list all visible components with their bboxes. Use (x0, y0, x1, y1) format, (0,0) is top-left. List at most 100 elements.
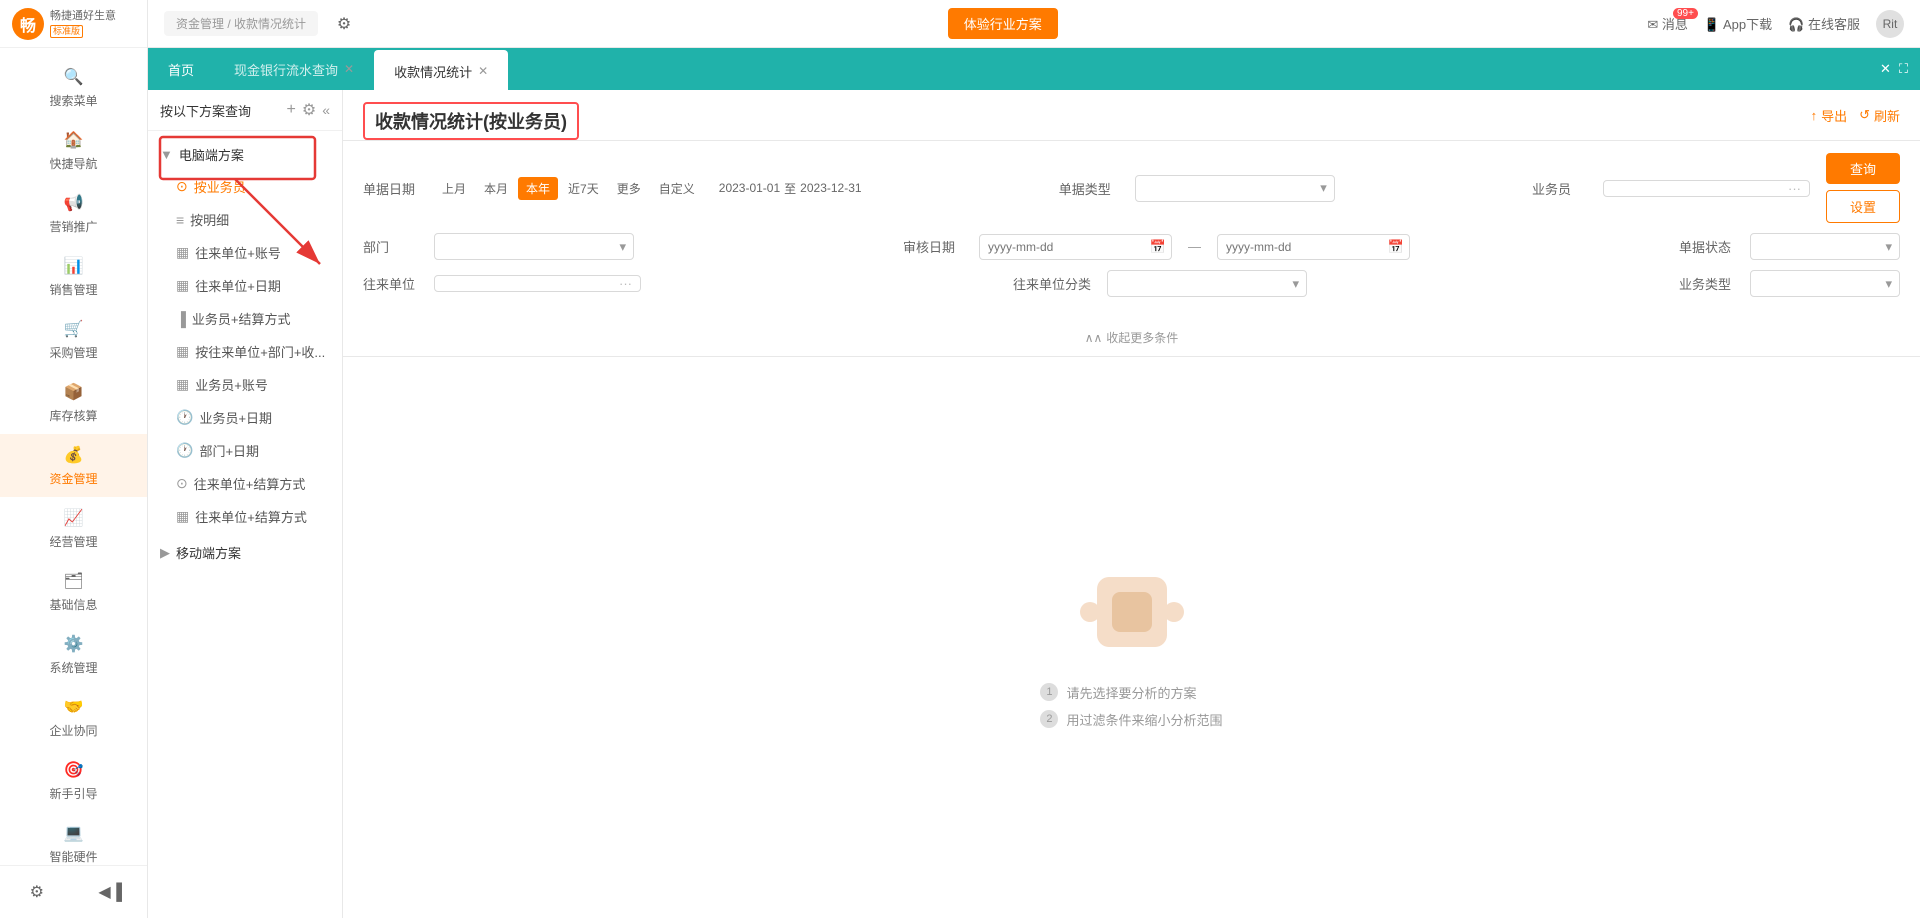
sidebar-item-operate[interactable]: 📈 经营管理 (0, 497, 147, 560)
date-tab-7days[interactable]: 近7天 (560, 177, 607, 200)
left-panel: 按以下方案查询 + ⚙ « ▼ 电脑端方案 ⊙ 按业务员 (148, 90, 343, 918)
date-tab-custom[interactable]: 自定义 (651, 177, 703, 200)
tree-item-dept-date[interactable]: 🕐 部门+日期 (148, 434, 342, 467)
sidebar-item-guide[interactable]: 🎯 新手引导 (0, 749, 147, 812)
sidebar-item-finance[interactable]: 💰 资金管理 (0, 434, 147, 497)
query-btn[interactable]: 查询 (1826, 153, 1900, 184)
tree-item-icon-staff-account: ▦ (176, 376, 189, 393)
mobile-group: ▶ 移动端方案 (148, 537, 342, 568)
panel-add-btn[interactable]: + (287, 101, 296, 119)
doc-type-select[interactable] (1135, 175, 1335, 202)
footer-collapse-btn[interactable]: ◀▐ (96, 878, 124, 906)
tab-collection[interactable]: 收款情况统计 ✕ (374, 50, 508, 92)
date-tab-last-month[interactable]: 上月 (434, 177, 474, 200)
tree-item-icon-unit-date: ▦ (176, 277, 189, 294)
desktop-group-header[interactable]: ▼ 电脑端方案 (148, 139, 342, 170)
staff-input-wrap: ··· (1603, 180, 1810, 197)
date-tab-this-year[interactable]: 本年 (518, 177, 558, 200)
message-label: 消息 (1662, 17, 1688, 32)
doc-status-select[interactable] (1750, 233, 1900, 260)
tree-item-staff-account[interactable]: ▦ 业务员+账号 (148, 368, 342, 401)
user-info[interactable]: Rit (1876, 10, 1904, 38)
tree-item-staff-date[interactable]: 🕐 业务员+日期 (148, 401, 342, 434)
date-range: 2023-01-01 至 2023-12-31 (719, 180, 862, 197)
dept-select[interactable] (434, 233, 634, 260)
tree-item-icon-detail: ≡ (176, 212, 184, 228)
btn-group: 查询 设置 (1826, 153, 1900, 223)
sidebar-item-sales[interactable]: 📊 销售管理 (0, 245, 147, 308)
tab-collection-close[interactable]: ✕ (478, 64, 488, 78)
tree-item-unit-settle2[interactable]: ▦ 往来单位+结算方式 (148, 500, 342, 533)
tab-actions: ✕ ⛶ (1880, 61, 1920, 77)
tree-item-unit-dept[interactable]: ▦ 按往来单位+部门+收... (148, 335, 342, 368)
sidebar-item-marketing[interactable]: 📢 营销推广 (0, 182, 147, 245)
sidebar-nav: 🔍 搜索菜单 🏠 快捷导航 📢 营销推广 📊 销售管理 🛒 采购管理 📦 库存核… (0, 48, 147, 865)
review-date-label: 审核日期 (903, 237, 963, 256)
tree-item-unit-account[interactable]: ▦ 往来单位+账号 (148, 236, 342, 269)
filter-settings-btn[interactable]: 设置 (1826, 190, 1900, 223)
tree-item-icon-unit-dept: ▦ (176, 343, 189, 360)
collapse-bar: ∧∧ 收起更多条件 (343, 319, 1920, 357)
partner-dots[interactable]: ··· (619, 276, 632, 291)
filter-row-partner: 往来单位 ··· 往来单位分类 业务类型 (363, 270, 1900, 297)
footer-settings-btn[interactable]: ⚙ (23, 878, 51, 906)
tree-item-unit-settle1[interactable]: ⊙ 往来单位+结算方式 (148, 467, 342, 500)
desktop-group: ▼ 电脑端方案 ⊙ 按业务员 ≡ 按明细 ▦ 往来单位+账号 (148, 139, 342, 533)
partner-input[interactable] (443, 276, 619, 291)
tab-home[interactable]: 首页 (148, 48, 214, 90)
review-date-to[interactable] (1217, 234, 1410, 260)
staff-dots[interactable]: ··· (1788, 181, 1801, 196)
panel-title: 按以下方案查询 (160, 101, 251, 120)
app-download-btn[interactable]: 📱 App下载 (1704, 14, 1772, 33)
panel-collapse-btn[interactable]: « (322, 102, 330, 118)
main-area: 资金管理 / 收款情况统计 ⚙ 体验行业方案 ✉ 消息 99+ 📱 App下载 … (148, 0, 1920, 918)
dept-select-wrap (434, 233, 634, 260)
logo-area: 畅 畅捷通好生意 标准版 (0, 0, 147, 48)
sidebar-item-search[interactable]: 🔍 搜索菜单 (0, 56, 147, 119)
tab-expand-icon[interactable]: ⛶ (1899, 61, 1908, 77)
staff-label: 业务员 (1532, 179, 1587, 198)
collapse-btn[interactable]: ∧∧ 收起更多条件 (1085, 329, 1179, 346)
tab-bank[interactable]: 现金银行流水查询 ✕ (214, 48, 374, 90)
robot-arm-left (1080, 602, 1100, 622)
doc-status-label: 单据状态 (1679, 237, 1734, 256)
sidebar-item-corp[interactable]: 🤝 企业协同 (0, 686, 147, 749)
tree-item-staff[interactable]: ⊙ 按业务员 (148, 170, 342, 203)
topbar-gear-btn[interactable]: ⚙ (330, 10, 358, 38)
partner-type-select[interactable] (1107, 270, 1307, 297)
tree-item-icon-staff-settle: ▐ (176, 311, 186, 327)
customer-service-btn[interactable]: 🎧 在线客服 (1788, 14, 1860, 33)
message-btn[interactable]: ✉ 消息 99+ (1647, 14, 1688, 33)
sidebar-item-inventory[interactable]: 📦 库存核算 (0, 371, 147, 434)
panel-settings-btn[interactable]: ⚙ (302, 100, 316, 120)
refresh-icon: ↺ (1859, 107, 1870, 123)
date-tab-this-month[interactable]: 本月 (476, 177, 516, 200)
sidebar-item-purchase[interactable]: 🛒 采购管理 (0, 308, 147, 371)
tree-item-staff-settle[interactable]: ▐ 业务员+结算方式 (148, 302, 342, 335)
sidebar-item-system[interactable]: ⚙️ 系统管理 (0, 623, 147, 686)
topbar-right: ✉ 消息 99+ 📱 App下载 🎧 在线客服 Rit (1647, 10, 1904, 38)
trial-btn[interactable]: 体验行业方案 (948, 8, 1058, 39)
staff-input[interactable] (1612, 181, 1788, 196)
tab-close-all-icon[interactable]: ✕ (1880, 61, 1891, 77)
review-date-from-wrap: 📅 (979, 234, 1172, 260)
sidebar-item-basic[interactable]: 🗂 基础信息 (0, 560, 147, 623)
tab-bank-close[interactable]: ✕ (344, 62, 354, 76)
refresh-btn[interactable]: ↺ 刷新 (1859, 106, 1900, 125)
sidebar-item-quick[interactable]: 🏠 快捷导航 (0, 119, 147, 182)
date-tab-more[interactable]: 更多 (609, 177, 649, 200)
finance-icon: 💰 (63, 444, 85, 466)
tree-item-unit-date[interactable]: ▦ 往来单位+日期 (148, 269, 342, 302)
review-date-from[interactable] (979, 234, 1172, 260)
biz-type-select[interactable] (1750, 270, 1900, 297)
robot-face (1112, 592, 1152, 632)
mobile-group-header[interactable]: ▶ 移动端方案 (148, 537, 342, 568)
partner-input-wrap: ··· (434, 275, 641, 292)
sidebar-item-hardware[interactable]: 💻 智能硬件 (0, 812, 147, 865)
export-btn[interactable]: ↑ 导出 (1811, 106, 1848, 125)
page-title-box: 收款情况统计(按业务员) (363, 102, 579, 140)
empty-hints: 1 请先选择要分析的方案 2 用过滤条件来缩小分析范围 (1040, 683, 1222, 729)
date-separator: 至 (784, 180, 796, 197)
topbar: 资金管理 / 收款情况统计 ⚙ 体验行业方案 ✉ 消息 99+ 📱 App下载 … (148, 0, 1920, 48)
tree-item-detail[interactable]: ≡ 按明细 (148, 203, 342, 236)
